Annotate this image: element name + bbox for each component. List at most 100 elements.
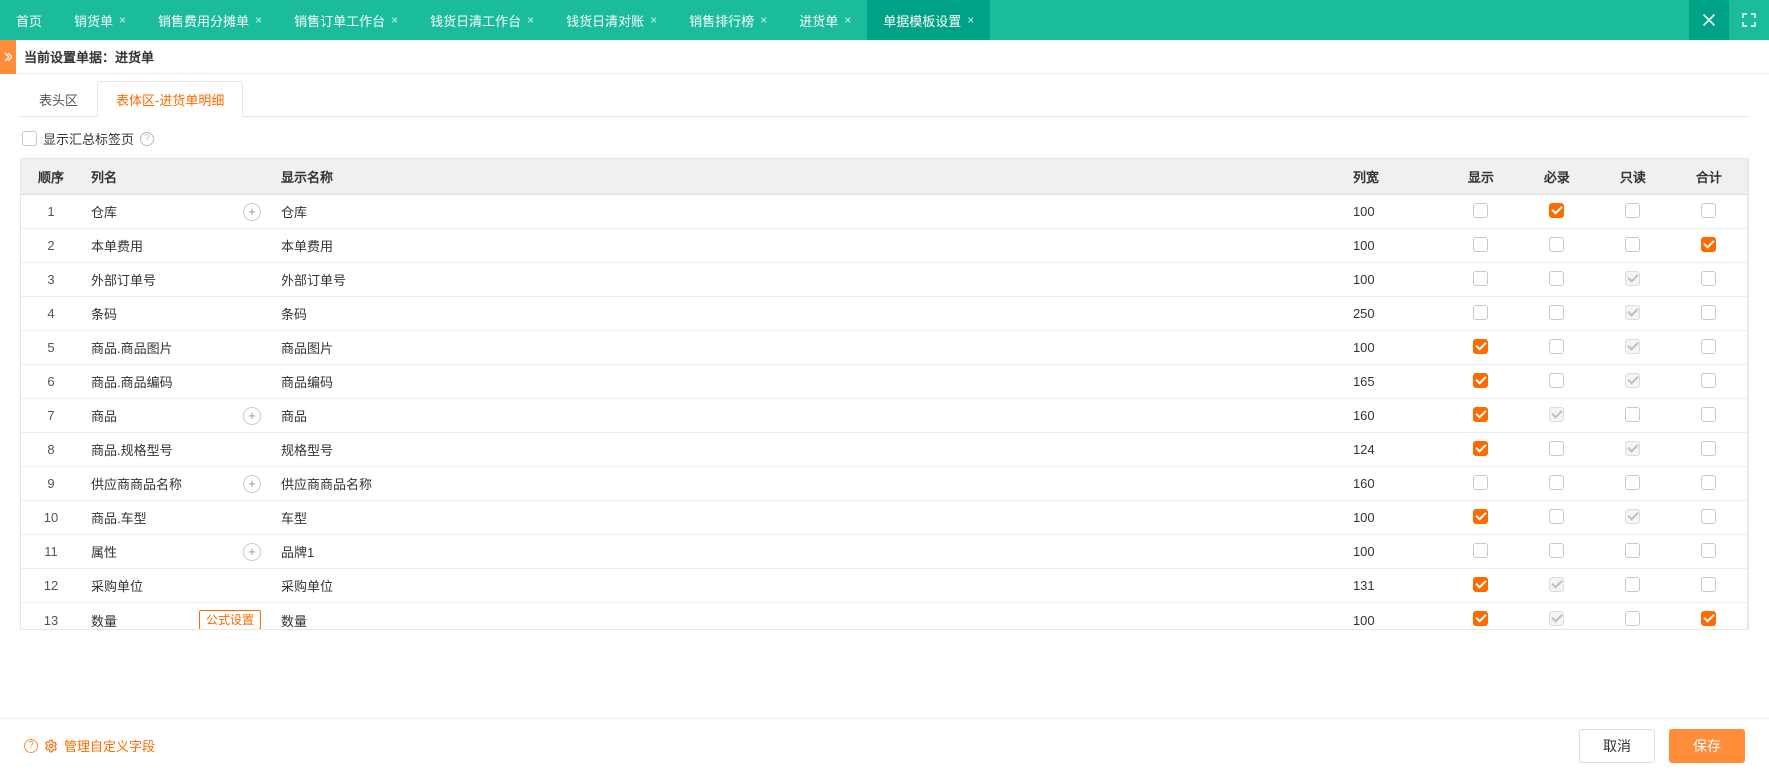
width-cell[interactable]: 100 bbox=[1343, 331, 1443, 365]
required-checkbox[interactable] bbox=[1549, 475, 1564, 490]
close-icon[interactable]: × bbox=[119, 13, 126, 27]
width-cell[interactable]: 100 bbox=[1343, 195, 1443, 229]
width-cell[interactable]: 124 bbox=[1343, 433, 1443, 467]
total-checkbox[interactable] bbox=[1701, 509, 1716, 524]
width-cell[interactable]: 100 bbox=[1343, 535, 1443, 569]
show-checkbox[interactable] bbox=[1473, 577, 1488, 592]
table-row[interactable]: 9供应商商品名称+供应商商品名称160 bbox=[21, 467, 1747, 501]
close-icon[interactable]: × bbox=[391, 13, 398, 27]
save-button[interactable]: 保存 bbox=[1669, 729, 1745, 763]
total-checkbox[interactable] bbox=[1701, 543, 1716, 558]
required-checkbox[interactable] bbox=[1549, 271, 1564, 286]
table-row[interactable]: 10商品.车型车型100 bbox=[21, 501, 1747, 535]
show-checkbox[interactable] bbox=[1473, 305, 1488, 320]
expand-handle-icon[interactable] bbox=[0, 40, 16, 74]
width-cell[interactable]: 160 bbox=[1343, 399, 1443, 433]
display-name-cell[interactable]: 仓库 bbox=[271, 195, 1343, 229]
show-checkbox[interactable] bbox=[1473, 271, 1488, 286]
readonly-checkbox[interactable] bbox=[1625, 611, 1640, 626]
readonly-checkbox[interactable] bbox=[1625, 577, 1640, 592]
display-name-cell[interactable]: 商品图片 bbox=[271, 331, 1343, 365]
display-name-cell[interactable]: 车型 bbox=[271, 501, 1343, 535]
table-row[interactable]: 3外部订单号外部订单号100 bbox=[21, 263, 1747, 297]
top-tab[interactable]: 进货单× bbox=[783, 0, 867, 40]
table-row[interactable]: 12采购单位采购单位131 bbox=[21, 569, 1747, 603]
readonly-checkbox[interactable] bbox=[1625, 475, 1640, 490]
vertical-scrollbar[interactable] bbox=[1747, 159, 1748, 629]
close-icon[interactable]: × bbox=[255, 13, 262, 27]
display-name-cell[interactable]: 本单费用 bbox=[271, 229, 1343, 263]
total-checkbox[interactable] bbox=[1701, 203, 1716, 218]
top-tab[interactable]: 钱货日清工作台× bbox=[414, 0, 550, 40]
add-icon[interactable]: + bbox=[243, 475, 261, 493]
required-checkbox[interactable] bbox=[1549, 339, 1564, 354]
show-checkbox[interactable] bbox=[1473, 543, 1488, 558]
total-checkbox[interactable] bbox=[1701, 611, 1716, 626]
fullscreen-icon[interactable] bbox=[1729, 0, 1769, 40]
close-icon[interactable]: × bbox=[527, 13, 534, 27]
show-checkbox[interactable] bbox=[1473, 475, 1488, 490]
top-tab[interactable]: 首页 bbox=[0, 0, 58, 40]
width-cell[interactable]: 160 bbox=[1343, 467, 1443, 501]
total-checkbox[interactable] bbox=[1701, 577, 1716, 592]
close-icon[interactable]: × bbox=[650, 13, 657, 27]
close-all-tabs-icon[interactable] bbox=[1689, 0, 1729, 40]
total-checkbox[interactable] bbox=[1701, 271, 1716, 286]
display-name-cell[interactable]: 采购单位 bbox=[271, 569, 1343, 603]
help-icon[interactable]: ? bbox=[140, 132, 154, 146]
table-row[interactable]: 8商品.规格型号规格型号124 bbox=[21, 433, 1747, 467]
close-icon[interactable]: × bbox=[967, 13, 974, 27]
table-row[interactable]: 6商品.商品编码商品编码165 bbox=[21, 365, 1747, 399]
table-row[interactable]: 13数量公式设置数量100 bbox=[21, 603, 1747, 630]
width-cell[interactable]: 165 bbox=[1343, 365, 1443, 399]
required-checkbox[interactable] bbox=[1549, 203, 1564, 218]
top-tab[interactable]: 单据模板设置× bbox=[867, 0, 990, 40]
readonly-checkbox[interactable] bbox=[1625, 407, 1640, 422]
show-checkbox[interactable] bbox=[1473, 339, 1488, 354]
width-cell[interactable]: 100 bbox=[1343, 263, 1443, 297]
required-checkbox[interactable] bbox=[1549, 305, 1564, 320]
total-checkbox[interactable] bbox=[1701, 237, 1716, 252]
add-icon[interactable]: + bbox=[243, 543, 261, 561]
show-checkbox[interactable] bbox=[1473, 373, 1488, 388]
add-icon[interactable]: + bbox=[243, 407, 261, 425]
table-row[interactable]: 2本单费用本单费用100 bbox=[21, 229, 1747, 263]
total-checkbox[interactable] bbox=[1701, 305, 1716, 320]
top-tab[interactable]: 销售订单工作台× bbox=[278, 0, 414, 40]
readonly-checkbox[interactable] bbox=[1625, 543, 1640, 558]
sub-tab[interactable]: 表头区 bbox=[20, 81, 97, 117]
total-checkbox[interactable] bbox=[1701, 407, 1716, 422]
required-checkbox[interactable] bbox=[1549, 441, 1564, 456]
readonly-checkbox[interactable] bbox=[1625, 203, 1640, 218]
show-checkbox[interactable] bbox=[1473, 203, 1488, 218]
table-row[interactable]: 7商品+商品160 bbox=[21, 399, 1747, 433]
total-checkbox[interactable] bbox=[1701, 339, 1716, 354]
width-cell[interactable]: 250 bbox=[1343, 297, 1443, 331]
show-checkbox[interactable] bbox=[1473, 509, 1488, 524]
table-row[interactable]: 5商品.商品图片商品图片100 bbox=[21, 331, 1747, 365]
show-checkbox[interactable] bbox=[1473, 611, 1488, 626]
formula-settings-button[interactable]: 公式设置 bbox=[199, 610, 261, 629]
readonly-checkbox[interactable] bbox=[1625, 237, 1640, 252]
required-checkbox[interactable] bbox=[1549, 543, 1564, 558]
width-cell[interactable]: 100 bbox=[1343, 501, 1443, 535]
display-name-cell[interactable]: 商品编码 bbox=[271, 365, 1343, 399]
display-name-cell[interactable]: 品牌1 bbox=[271, 535, 1343, 569]
display-name-cell[interactable]: 外部订单号 bbox=[271, 263, 1343, 297]
show-checkbox[interactable] bbox=[1473, 237, 1488, 252]
show-checkbox[interactable] bbox=[1473, 441, 1488, 456]
close-icon[interactable]: × bbox=[760, 13, 767, 27]
add-icon[interactable]: + bbox=[243, 203, 261, 221]
show-checkbox[interactable] bbox=[1473, 407, 1488, 422]
width-cell[interactable]: 131 bbox=[1343, 569, 1443, 603]
display-name-cell[interactable]: 数量 bbox=[271, 603, 1343, 630]
display-name-cell[interactable]: 供应商商品名称 bbox=[271, 467, 1343, 501]
total-checkbox[interactable] bbox=[1701, 475, 1716, 490]
top-tab[interactable]: 销货单× bbox=[58, 0, 142, 40]
table-row[interactable]: 1仓库+仓库100 bbox=[21, 195, 1747, 229]
display-name-cell[interactable]: 规格型号 bbox=[271, 433, 1343, 467]
width-cell[interactable]: 100 bbox=[1343, 603, 1443, 630]
required-checkbox[interactable] bbox=[1549, 509, 1564, 524]
close-icon[interactable]: × bbox=[844, 13, 851, 27]
top-tab[interactable]: 销售排行榜× bbox=[673, 0, 783, 40]
